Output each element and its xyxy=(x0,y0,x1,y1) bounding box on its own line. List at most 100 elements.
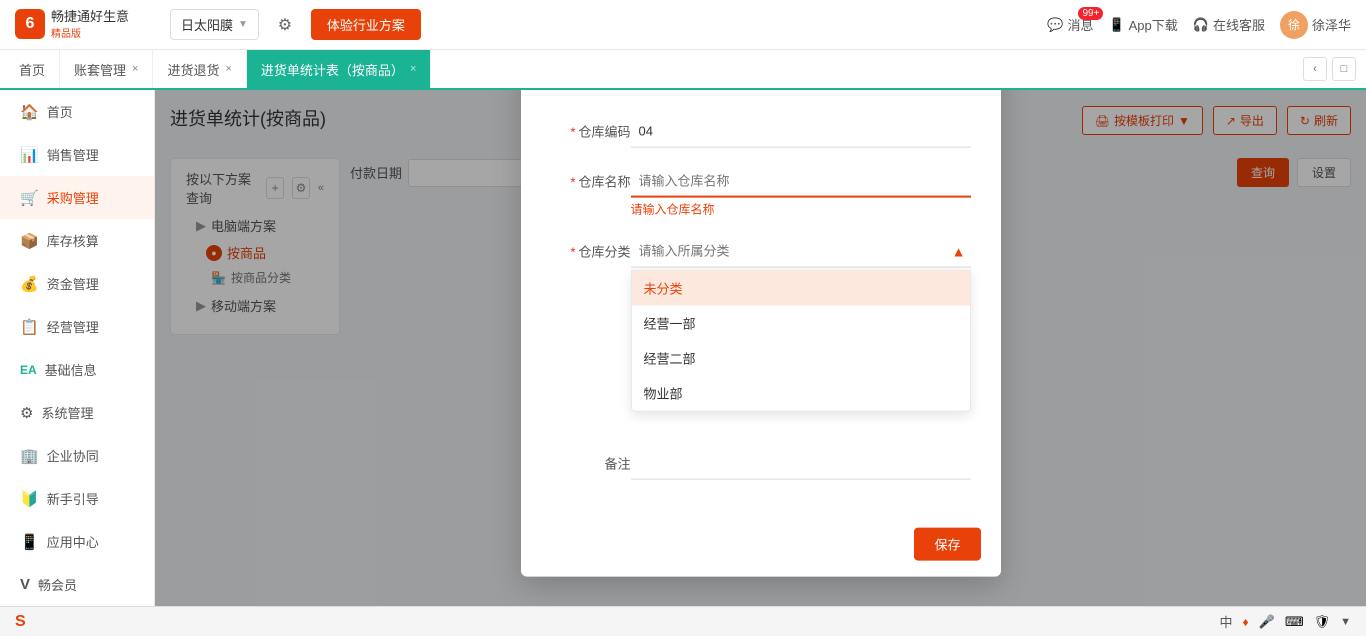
user-btn[interactable]: 徐 徐泽华 xyxy=(1280,11,1351,39)
dropdown-item-op1[interactable]: 经营一部 xyxy=(632,306,970,341)
bottom-arrow-icon[interactable]: ▼ xyxy=(1340,616,1351,628)
tab-prev-btn[interactable]: ‹ xyxy=(1303,57,1327,81)
tab-purchase-stats[interactable]: 进货单统计表（按商品） × xyxy=(247,50,431,88)
system-icon: ⚙ xyxy=(20,404,33,422)
message-badge: 99+ xyxy=(1078,7,1103,20)
home-tab-label: 首页 xyxy=(19,60,45,79)
settings-icon[interactable]: ⚙ xyxy=(269,9,301,41)
sidebar-item-finance[interactable]: 💰 资金管理 xyxy=(0,262,154,305)
sidebar-label-home: 首页 xyxy=(47,102,73,121)
store-name: 日太阳膜 xyxy=(181,15,233,34)
tab-home[interactable]: 首页 xyxy=(5,50,60,88)
sidebar-item-home[interactable]: 🏠 首页 xyxy=(0,90,154,133)
sidebar-label-enterprise: 企业协同 xyxy=(47,446,99,465)
bottom-mic-icon[interactable]: 🎤 xyxy=(1259,614,1275,630)
bottom-keyboard-icon[interactable]: ⌨ xyxy=(1285,614,1304,630)
enterprise-icon: 🏢 xyxy=(20,447,39,465)
app-download-btn[interactable]: 📱 App下载 xyxy=(1108,15,1177,34)
sidebar-item-member[interactable]: V 畅会员 xyxy=(0,563,154,606)
message-btn[interactable]: 💬 消息 99+ xyxy=(1047,15,1093,34)
top-nav: 6 畅捷通好生意 精品版 日太阳膜 ▼ ⚙ 体验行业方案 💬 消息 99+ 📱 … xyxy=(0,0,1366,50)
bottom-logo: S xyxy=(15,613,26,631)
dropdown-item-uncategorized[interactable]: 未分类 xyxy=(632,271,970,306)
code-label: 仓库编码 xyxy=(551,116,631,141)
category-field: ▲ 未分类 经营一部 经营二部 物业部 xyxy=(631,236,971,268)
tab-controls: ‹ □ xyxy=(1303,50,1361,88)
top-right-area: 💬 消息 99+ 📱 App下载 🎧 在线客服 徐 徐泽华 xyxy=(1047,11,1351,39)
trial-button[interactable]: 体验行业方案 xyxy=(311,9,421,40)
category-arrow-btn[interactable]: ▲ xyxy=(952,244,966,260)
guide-icon: 🔰 xyxy=(20,490,39,508)
dropdown-item-op2[interactable]: 经营二部 xyxy=(632,341,970,376)
online-service-btn[interactable]: 🎧 在线客服 xyxy=(1193,15,1265,34)
logo-area: 6 畅捷通好生意 精品版 xyxy=(15,9,170,41)
bottom-shield-icon[interactable]: 🛡 xyxy=(1314,614,1331,630)
operation-icon: 📋 xyxy=(20,318,39,336)
avatar: 徐 xyxy=(1280,11,1308,39)
purchase-return-tab-label: 进货退货 xyxy=(167,60,219,79)
sidebar-item-purchase[interactable]: 🛒 采购管理 xyxy=(0,176,154,219)
bottom-lang-icon[interactable]: 中 xyxy=(1220,612,1233,631)
form-row-category: 仓库分类 ▲ 未分类 经营一部 经营二部 物业部 xyxy=(551,236,971,268)
sidebar-label-purchase: 采购管理 xyxy=(47,188,99,207)
form-row-name: 仓库名称 请输入仓库名称 xyxy=(551,166,971,218)
sidebar-item-operation[interactable]: 📋 经营管理 xyxy=(0,305,154,348)
inventory-icon: 📦 xyxy=(20,232,39,250)
category-label: 仓库分类 xyxy=(551,236,631,261)
content-area: 进货单统计(按商品) 🖨 按模板打印 ▼ ↗ 导出 ↻ 刷新 xyxy=(155,90,1366,636)
name-label: 仓库名称 xyxy=(551,166,631,191)
name-input[interactable] xyxy=(631,166,971,198)
note-label: 备注 xyxy=(551,448,631,473)
form-row-code: 仓库编码 xyxy=(551,116,971,148)
headset-icon: 🎧 xyxy=(1193,17,1209,33)
category-select-wrapper: ▲ xyxy=(631,236,971,268)
modal-add-warehouse: 新增仓库 × 仓库编码 仓库名称 请输入仓库名称 xyxy=(521,90,1001,577)
note-input[interactable] xyxy=(631,448,971,480)
dropdown-item-property[interactable]: 物业部 xyxy=(632,376,970,411)
sidebar-label-base: 基础信息 xyxy=(45,360,97,379)
tab-close-icon[interactable]: × xyxy=(225,63,231,75)
modal-footer: 保存 xyxy=(521,518,1001,577)
purchase-icon: 🛒 xyxy=(20,189,39,207)
tab-next-btn[interactable]: □ xyxy=(1332,57,1356,81)
sidebar-item-guide[interactable]: 🔰 新手引导 xyxy=(0,477,154,520)
sidebar: 🏠 首页 📊 销售管理 🛒 采购管理 📦 库存核算 💰 资金管理 📋 经营管理 … xyxy=(0,90,155,636)
save-button[interactable]: 保存 xyxy=(914,528,980,561)
sidebar-item-system[interactable]: ⚙ 系统管理 xyxy=(0,391,154,434)
sidebar-label-inventory: 库存核算 xyxy=(47,231,99,250)
tab-bar: 首页 账套管理 × 进货退货 × 进货单统计表（按商品） × ‹ □ xyxy=(0,50,1366,90)
chevron-down-icon: ▼ xyxy=(238,19,248,30)
note-field xyxy=(631,448,971,480)
sidebar-label-member: 畅会员 xyxy=(38,575,77,594)
base-icon: EA xyxy=(20,363,37,377)
sidebar-item-sales[interactable]: 📊 销售管理 xyxy=(0,133,154,176)
sidebar-label-operation: 经营管理 xyxy=(47,317,99,336)
code-field xyxy=(631,116,971,148)
sidebar-item-inventory[interactable]: 📦 库存核算 xyxy=(0,219,154,262)
phone-icon: 📱 xyxy=(1108,17,1124,33)
tab-close-icon[interactable]: × xyxy=(132,63,138,75)
category-dropdown: 未分类 经营一部 经营二部 物业部 xyxy=(631,270,971,412)
store-selector[interactable]: 日太阳膜 ▼ xyxy=(170,9,259,40)
code-input[interactable] xyxy=(631,116,971,148)
sidebar-item-appcenter[interactable]: 📱 应用中心 xyxy=(0,520,154,563)
purchase-stats-tab-label: 进货单统计表（按商品） xyxy=(261,60,404,79)
tab-purchase-return[interactable]: 进货退货 × xyxy=(153,50,246,88)
name-error-msg: 请输入仓库名称 xyxy=(631,201,971,218)
tab-accounts[interactable]: 账套管理 × xyxy=(60,50,153,88)
sidebar-label-finance: 资金管理 xyxy=(47,274,99,293)
accounts-tab-label: 账套管理 xyxy=(74,60,126,79)
sales-icon: 📊 xyxy=(20,146,39,164)
logo-icon: 6 xyxy=(15,9,45,39)
tab-close-icon[interactable]: × xyxy=(410,63,416,75)
modal-body: 仓库编码 仓库名称 请输入仓库名称 仓库分类 xyxy=(521,96,1001,518)
sidebar-item-enterprise[interactable]: 🏢 企业协同 xyxy=(0,434,154,477)
sidebar-item-base[interactable]: EA 基础信息 xyxy=(0,348,154,391)
sidebar-label-sales: 销售管理 xyxy=(47,145,99,164)
finance-icon: 💰 xyxy=(20,275,39,293)
logo-text: 畅捷通好生意 精品版 xyxy=(51,9,129,41)
main-layout: 🏠 首页 📊 销售管理 🛒 采购管理 📦 库存核算 💰 资金管理 📋 经营管理 … xyxy=(0,90,1366,636)
sidebar-label-system: 系统管理 xyxy=(41,403,93,422)
home-icon: 🏠 xyxy=(20,103,39,121)
category-input[interactable] xyxy=(631,236,971,268)
